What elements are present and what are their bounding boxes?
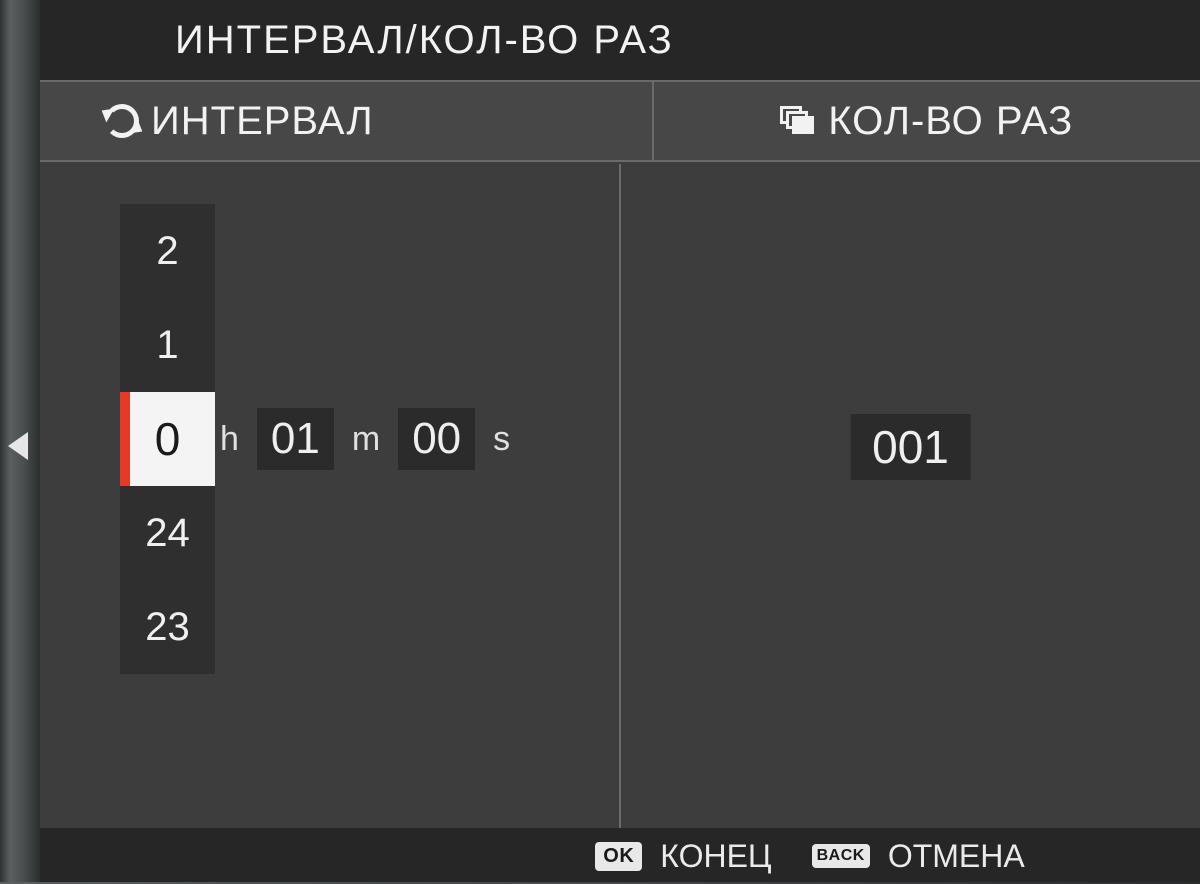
count-pane: 001 [619,164,1200,828]
footer-back-group[interactable]: BACK ОТМЕНА [812,838,1025,875]
interval-pane: 2 1 0 24 23 h 01 m 00 s [40,164,619,828]
hours-option-selected[interactable]: 0 [120,392,215,486]
header-count-label: КОЛ-ВО РАЗ [828,99,1073,144]
left-scrollbar [0,0,40,884]
seconds-value[interactable]: 00 [398,408,475,470]
footer-ok-group[interactable]: OK КОНЕЦ [595,838,771,875]
back-keycap: BACK [812,844,870,868]
hours-option[interactable]: 23 [120,580,215,674]
nav-left-arrow[interactable] [8,432,28,460]
refresh-icon [105,104,139,138]
hours-option[interactable]: 24 [120,486,215,580]
hours-spinner[interactable]: 2 1 0 24 23 [120,204,215,674]
ok-label: КОНЕЦ [660,838,771,875]
hours-option[interactable]: 2 [120,204,215,298]
ok-keycap: OK [595,842,642,871]
interval-row: h 01 m 00 s [220,392,510,486]
footer-bar: OK КОНЕЦ BACK ОТМЕНА [40,828,1200,884]
burst-stack-icon [780,106,816,136]
back-label: ОТМЕНА [888,838,1025,875]
camera-menu-screen: ИНТЕРВАЛ/КОЛ-ВО РАЗ ИНТЕРВАЛ КОЛ-ВО РАЗ … [0,0,1200,884]
header-interval-label: ИНТЕРВАЛ [151,99,374,144]
header-count: КОЛ-ВО РАЗ [652,82,1200,160]
count-value[interactable]: 001 [850,414,971,480]
seconds-unit: s [493,420,510,459]
page-title: ИНТЕРВАЛ/КОЛ-ВО РАЗ [175,18,674,63]
column-headers: ИНТЕРВАЛ КОЛ-ВО РАЗ [40,80,1200,162]
minutes-unit: m [352,420,380,459]
page-title-bar: ИНТЕРВАЛ/КОЛ-ВО РАЗ [40,0,1200,80]
hours-option[interactable]: 1 [120,298,215,392]
minutes-value[interactable]: 01 [257,408,334,470]
header-interval: ИНТЕРВАЛ [40,82,652,160]
body-area: 2 1 0 24 23 h 01 m 00 s 001 [40,164,1200,828]
hours-unit: h [220,420,239,459]
